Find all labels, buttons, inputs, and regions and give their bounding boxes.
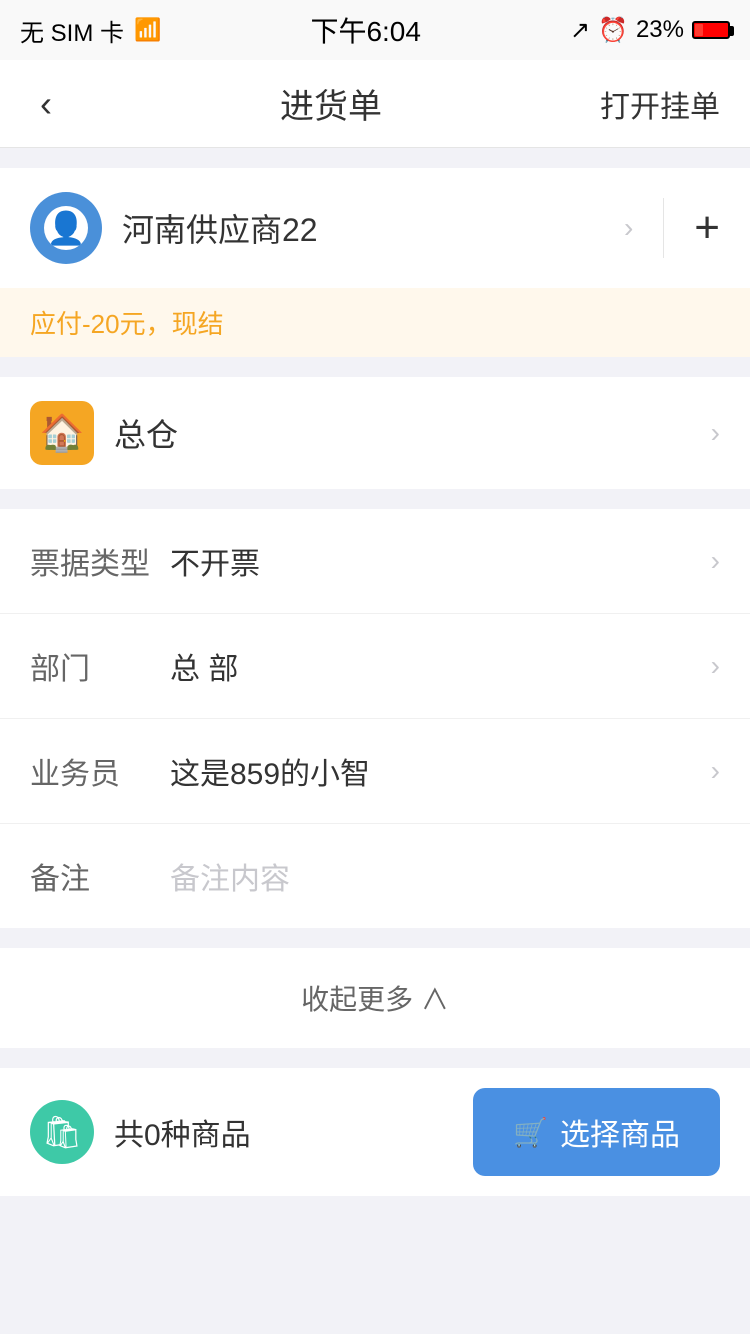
chevron-right-icon-warehouse: ›: [711, 417, 720, 449]
chevron-right-icon-sales: ›: [711, 755, 720, 787]
divider-1: [0, 148, 750, 168]
wifi-icon: 📶: [134, 17, 161, 43]
warehouse-section: 🏠 总仓 ›: [0, 377, 750, 489]
sales-row[interactable]: 业务员 这是859的小智 ›: [0, 719, 750, 824]
open-pending-button[interactable]: 打开挂单: [600, 82, 720, 126]
home-icon: 🏠: [40, 412, 85, 454]
supplier-section: 👤 河南供应商22 › + 应付-20元，现结: [0, 168, 750, 357]
supplier-actions: › +: [624, 198, 720, 258]
remarks-label: 备注: [30, 854, 150, 898]
product-bag-icon: 🛍: [30, 1100, 94, 1164]
chevron-right-icon-invoice: ›: [711, 545, 720, 577]
cart-icon: 🛒: [513, 1116, 548, 1149]
bottom-bar: 🛍 共0种商品 🛒 选择商品: [0, 1068, 750, 1196]
vertical-divider: [663, 198, 664, 258]
location-icon: ↗: [570, 16, 590, 45]
product-count: 共0种商品: [114, 1110, 453, 1154]
remarks-row[interactable]: 备注 备注内容: [0, 824, 750, 928]
back-button[interactable]: ‹: [30, 73, 62, 135]
status-right: ↗ ⏰ 23%: [570, 16, 730, 45]
chevron-right-icon-dept: ›: [711, 650, 720, 682]
dept-value: 总 部: [150, 644, 711, 688]
select-product-button[interactable]: 🛒 选择商品: [473, 1088, 720, 1176]
chevron-right-icon: ›: [624, 212, 633, 244]
warehouse-name: 总仓: [114, 410, 711, 456]
collapse-text: 收起更多 ∧: [301, 984, 449, 1015]
alert-text: 应付-20元，现结: [30, 309, 224, 339]
battery-icon: [692, 21, 730, 39]
warehouse-row[interactable]: 🏠 总仓 ›: [0, 377, 750, 489]
supplier-name: 河南供应商22: [122, 205, 624, 251]
collapse-button[interactable]: 收起更多 ∧: [0, 948, 750, 1048]
add-supplier-button[interactable]: +: [694, 206, 720, 250]
sales-label: 业务员: [30, 749, 150, 793]
select-btn-label: 选择商品: [560, 1110, 680, 1154]
nav-bar: ‹ 进货单 打开挂单: [0, 60, 750, 148]
carrier-text: 无 SIM 卡: [20, 13, 124, 48]
alert-banner: 应付-20元，现结: [0, 288, 750, 357]
dept-row[interactable]: 部门 总 部 ›: [0, 614, 750, 719]
alarm-icon: ⏰: [598, 16, 628, 45]
invoice-label: 票据类型: [30, 539, 150, 583]
dept-label: 部门: [30, 644, 150, 688]
sales-value: 这是859的小智: [150, 749, 711, 793]
bag-icon: 🛍: [42, 1113, 83, 1151]
avatar-icon: 👤: [44, 206, 88, 250]
supplier-row[interactable]: 👤 河南供应商22 › +: [0, 168, 750, 288]
battery-percentage: 23%: [636, 16, 684, 44]
form-section: 票据类型 不开票 › 部门 总 部 › 业务员 这是859的小智 › 备注 备注…: [0, 509, 750, 928]
invoice-row[interactable]: 票据类型 不开票 ›: [0, 509, 750, 614]
status-time: 下午6:04: [310, 10, 421, 50]
warehouse-icon: 🏠: [30, 401, 94, 465]
remarks-input[interactable]: 备注内容: [150, 854, 720, 898]
avatar: 👤: [30, 192, 102, 264]
person-icon: 👤: [46, 209, 86, 247]
invoice-value: 不开票: [150, 539, 711, 583]
status-bar: 无 SIM 卡 📶 下午6:04 ↗ ⏰ 23%: [0, 0, 750, 60]
status-left: 无 SIM 卡 📶: [20, 13, 161, 48]
page-title: 进货单: [280, 79, 382, 128]
